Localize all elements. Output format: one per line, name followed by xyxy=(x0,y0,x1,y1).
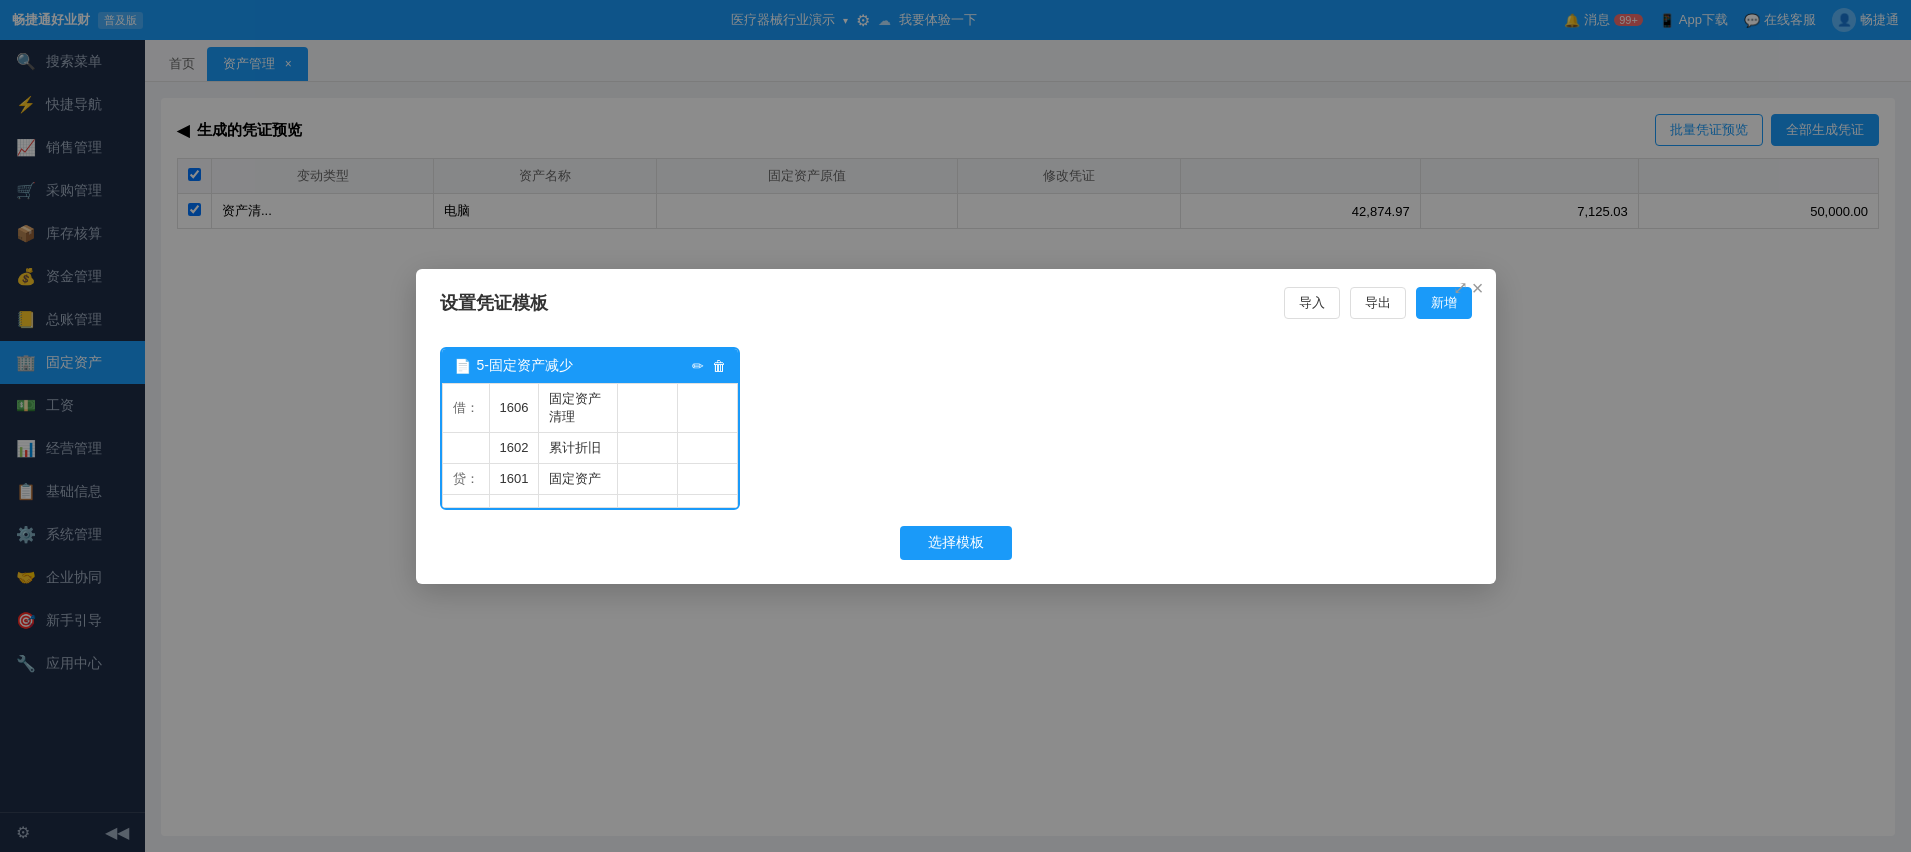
template-name: 5-固定资产减少 xyxy=(477,357,573,375)
modal-header: 设置凭证模板 导入 导出 新增 xyxy=(416,269,1496,331)
entry-account-1: 固定资产清理 xyxy=(539,383,617,432)
template-card: 📄 5-固定资产减少 ✏ 🗑 xyxy=(440,347,740,510)
modal-body: 📄 5-固定资产减少 ✏ 🗑 xyxy=(416,331,1496,584)
template-file-icon: 📄 xyxy=(454,358,471,374)
modal-dialog: ⤢ × 设置凭证模板 导入 导出 新增 xyxy=(416,269,1496,584)
modal-overlay[interactable]: ⤢ × 设置凭证模板 导入 导出 新增 xyxy=(145,82,1911,852)
content-area: 首页 资产管理 × ◀ 生成的凭证预览 批量凭证预览 全部生成凭证 xyxy=(145,40,1911,852)
template-delete-button[interactable]: 🗑 xyxy=(712,358,726,374)
entry-account-4 xyxy=(539,494,617,507)
entry-code-4 xyxy=(489,494,539,507)
template-edit-button[interactable]: ✏ xyxy=(692,358,704,374)
template-card-body: 借： 1606 固定资产清理 1602 xyxy=(442,383,738,508)
template-entry-row: 借： 1606 固定资产清理 xyxy=(442,383,737,432)
entry-direction-3: 贷： xyxy=(442,463,489,494)
modal-window-controls: ⤢ × xyxy=(1441,269,1496,308)
import-button[interactable]: 导入 xyxy=(1284,287,1340,319)
template-entry-row: 1602 累计折旧 xyxy=(442,432,737,463)
entry-code-3: 1601 xyxy=(489,463,539,494)
entry-code-2: 1602 xyxy=(489,432,539,463)
entry-direction-1: 借： xyxy=(442,383,489,432)
entry-direction-2 xyxy=(442,432,489,463)
entry-credit-1 xyxy=(677,383,737,432)
entry-credit-2 xyxy=(677,432,737,463)
modal-maximize-icon[interactable]: ⤢ xyxy=(1453,277,1468,300)
template-entries-table: 借： 1606 固定资产清理 1602 xyxy=(442,383,738,508)
entry-credit-4 xyxy=(677,494,737,507)
entry-account-2: 累计折旧 xyxy=(539,432,617,463)
modal-title: 设置凭证模板 xyxy=(440,291,548,315)
select-template-button[interactable]: 选择模板 xyxy=(900,526,1012,560)
export-button[interactable]: 导出 xyxy=(1350,287,1406,319)
modal-window-close-icon[interactable]: × xyxy=(1472,277,1484,300)
page-content: ◀ 生成的凭证预览 批量凭证预览 全部生成凭证 变动类型 资产名称 xyxy=(145,82,1911,852)
entry-debit-3 xyxy=(617,463,677,494)
entry-credit-3 xyxy=(677,463,737,494)
entry-direction-4 xyxy=(442,494,489,507)
main-layout: 🔍 搜索菜单 ⚡ 快捷导航 📈 销售管理 🛒 采购管理 📦 库存核算 💰 资金管… xyxy=(0,40,1911,852)
entry-debit-2 xyxy=(617,432,677,463)
template-card-header: 📄 5-固定资产减少 ✏ 🗑 xyxy=(442,349,738,383)
entry-account-3: 固定资产 xyxy=(539,463,617,494)
template-card-title-area: 📄 5-固定资产减少 xyxy=(454,357,573,375)
template-entry-row: 贷： 1601 固定资产 xyxy=(442,463,737,494)
template-card-actions: ✏ 🗑 xyxy=(692,358,726,374)
template-entry-row xyxy=(442,494,737,507)
entry-code-1: 1606 xyxy=(489,383,539,432)
entry-debit-1 xyxy=(617,383,677,432)
entry-debit-4 xyxy=(617,494,677,507)
